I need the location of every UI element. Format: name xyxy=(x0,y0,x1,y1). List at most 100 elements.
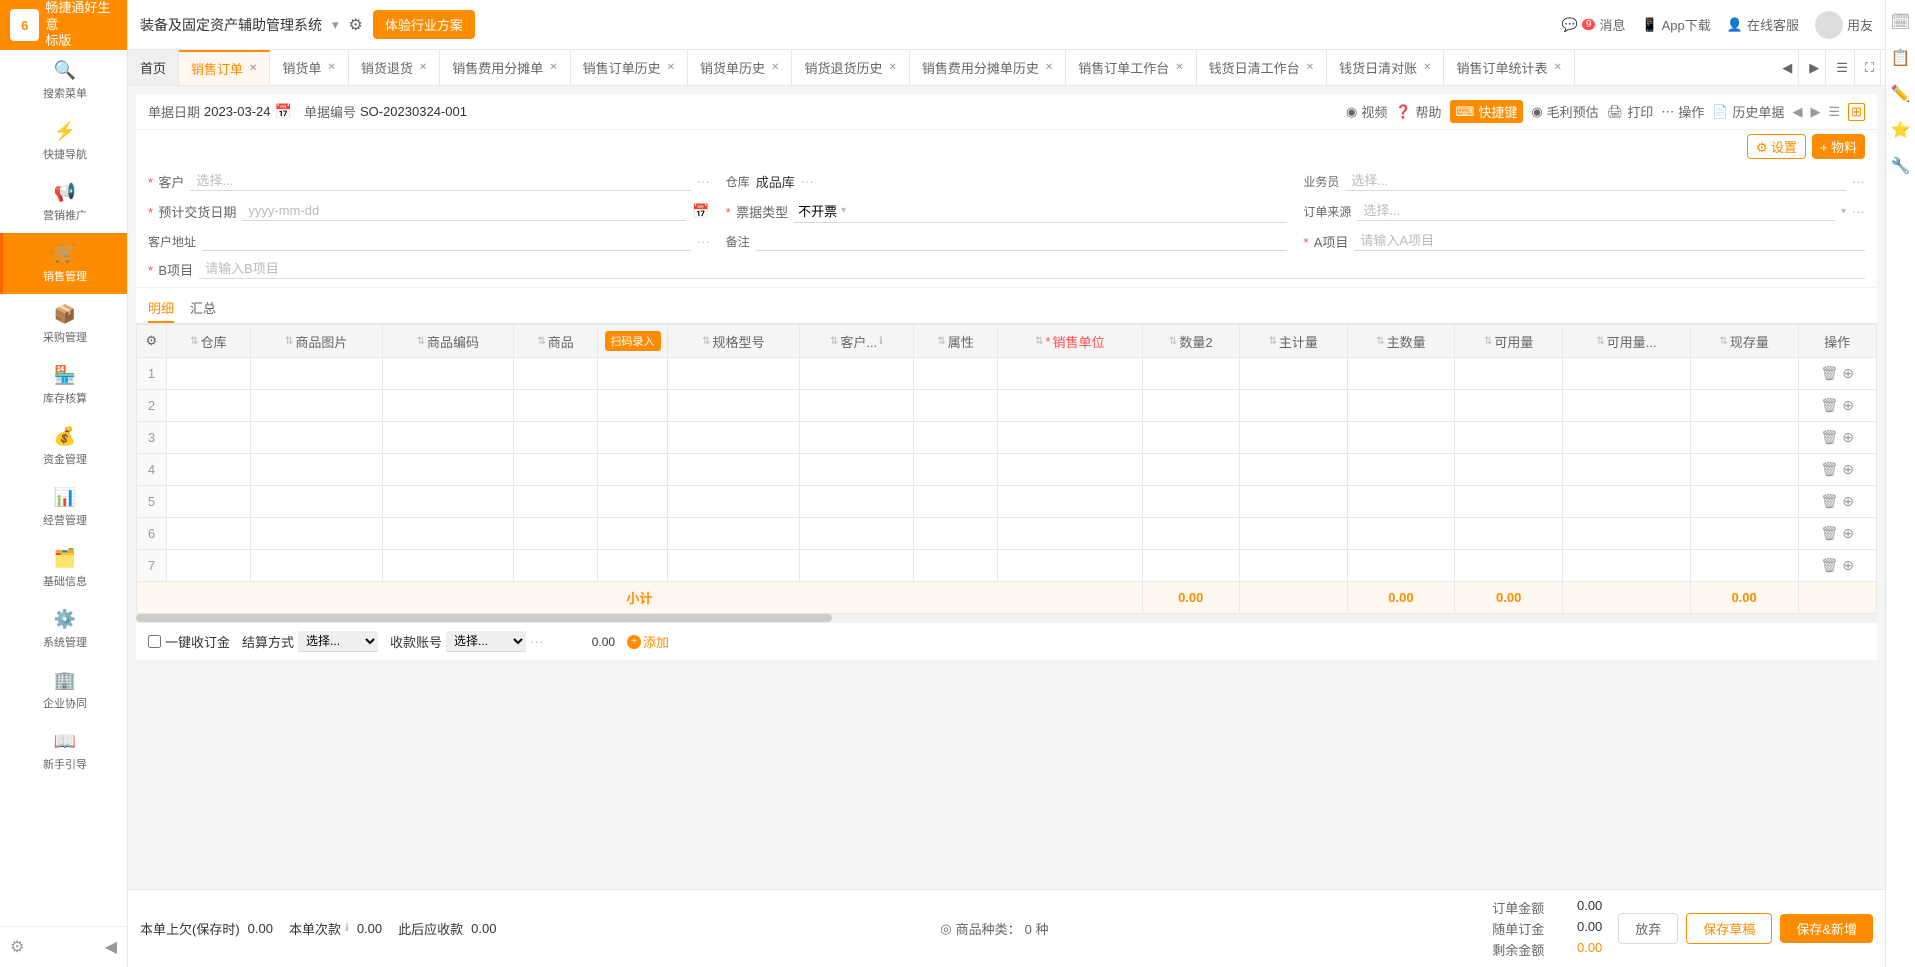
tab-order-workbench[interactable]: 销售订单工作台 ✕ xyxy=(1066,50,1196,86)
row-1-attr[interactable] xyxy=(914,358,998,390)
order-source-more-icon[interactable]: ··· xyxy=(1852,204,1865,219)
right-panel-icon-5[interactable]: 🔧 xyxy=(1887,152,1915,180)
a-project-input[interactable] xyxy=(1354,231,1865,251)
col-scan[interactable]: 扫码录入 xyxy=(598,325,668,358)
tab-sales-expense[interactable]: 销售费用分摊单 ✕ xyxy=(440,50,570,86)
sidebar-item-purchase[interactable]: 📦 采购管理 xyxy=(0,294,127,355)
row-2-attr[interactable] xyxy=(914,390,998,422)
sidebar-item-search[interactable]: 🔍 搜索菜单 xyxy=(0,50,127,111)
salesperson-more-icon[interactable]: ··· xyxy=(1852,174,1865,189)
row-1-copy-icon[interactable]: ⊕ xyxy=(1842,365,1854,382)
delivery-calendar-icon[interactable]: 📅 xyxy=(692,203,709,220)
account-select[interactable]: 选择... xyxy=(446,631,526,652)
row-6-copy-icon[interactable]: ⊕ xyxy=(1842,525,1854,542)
tab-menu-icon[interactable]: ☰ xyxy=(1830,50,1855,86)
col-main-unit[interactable]: ⇅主计量 xyxy=(1239,325,1347,358)
app-download-item[interactable]: 📱 App下载 xyxy=(1641,15,1710,34)
tab-sales-return[interactable]: 销货退货 ✕ xyxy=(349,50,440,86)
warehouse-more-icon[interactable]: ··· xyxy=(801,174,814,189)
sidebar-item-operation[interactable]: 📊 经营管理 xyxy=(0,477,127,538)
row-1-code[interactable] xyxy=(382,358,514,390)
tab-close-5-icon[interactable]: ✕ xyxy=(667,62,675,73)
row-6-delete-icon[interactable]: 🗑 xyxy=(1820,525,1838,542)
right-panel-icon-4[interactable]: ⭐ xyxy=(1887,116,1915,144)
col-avail[interactable]: ⇅可用量 xyxy=(1455,325,1563,358)
salesperson-input[interactable] xyxy=(1345,171,1846,191)
online-service-item[interactable]: 👤 在线客服 xyxy=(1727,15,1799,34)
row-1-product[interactable] xyxy=(514,358,598,390)
sidebar-item-inventory[interactable]: 🏪 库存核算 xyxy=(0,355,127,416)
date-calendar-icon[interactable]: 📅 xyxy=(275,103,292,120)
row-1-warehouse[interactable] xyxy=(167,358,251,390)
row-3-warehouse[interactable] xyxy=(167,422,251,454)
scan-btn[interactable]: 扫码录入 xyxy=(605,331,661,351)
row-1-mqty[interactable] xyxy=(1347,358,1455,390)
col-code[interactable]: ⇅商品编码 xyxy=(382,325,514,358)
tab-sales-stats[interactable]: 销售订单统计表 ✕ xyxy=(1444,50,1574,86)
col-product[interactable]: ⇅商品 xyxy=(514,325,598,358)
tab-close-2-icon[interactable]: ✕ xyxy=(327,62,335,73)
row-6-warehouse[interactable] xyxy=(167,518,251,550)
sidebar-item-enterprise[interactable]: 🏢 企业协同 xyxy=(0,660,127,721)
b-project-input[interactable] xyxy=(199,259,1865,279)
col-qty2[interactable]: ⇅数量2 xyxy=(1142,325,1239,358)
tab-close-12-icon[interactable]: ✕ xyxy=(1554,62,1562,73)
col-spec[interactable]: ⇅规格型号 xyxy=(668,325,800,358)
discard-button[interactable]: 放弃 xyxy=(1618,913,1678,944)
account-more-icon[interactable]: ··· xyxy=(530,634,543,649)
row-7-delete-icon[interactable]: 🗑 xyxy=(1820,557,1838,574)
row-3-delete-icon[interactable]: 🗑 xyxy=(1820,429,1838,446)
add-link[interactable]: + 添加 xyxy=(627,632,669,651)
settle-method-select[interactable]: 选择... xyxy=(298,631,378,652)
tab-cash-workbench[interactable]: 钱货日清工作台 ✕ xyxy=(1197,50,1327,86)
save-draft-button[interactable]: 保存草稿 xyxy=(1686,913,1772,944)
row-7-copy-icon[interactable]: ⊕ xyxy=(1842,557,1854,574)
tab-sales-order-history[interactable]: 销售订单历史 ✕ xyxy=(571,50,688,86)
view-action[interactable]: ◉ 视频 xyxy=(1346,102,1387,121)
col-main-qty[interactable]: ⇅主数量 xyxy=(1347,325,1455,358)
row-2-delete-icon[interactable]: 🗑 xyxy=(1820,397,1838,414)
address-more-icon[interactable]: ··· xyxy=(697,234,710,249)
row-2-unit[interactable] xyxy=(997,390,1142,422)
customer-more-icon[interactable]: ··· xyxy=(697,174,710,189)
tab-close-6-icon[interactable]: ✕ xyxy=(771,62,779,73)
history-action[interactable]: 📄 历史单据 xyxy=(1712,102,1784,121)
row-4-delete-icon[interactable]: 🗑 xyxy=(1820,461,1838,478)
customer-address-input[interactable] xyxy=(202,231,691,251)
add-product-button[interactable]: + 物料 xyxy=(1812,134,1865,159)
order-source-input[interactable] xyxy=(1357,201,1835,221)
quick-settle-input[interactable] xyxy=(148,635,161,648)
col-avail2[interactable]: ⇅可用量... xyxy=(1563,325,1691,358)
right-panel-icon-3[interactable]: ✏️ xyxy=(1887,80,1915,108)
tab-close-9-icon[interactable]: ✕ xyxy=(1175,62,1183,73)
settings-icon[interactable]: ⚙ xyxy=(349,15,363,35)
tab-shipment-history[interactable]: 销货单历史 ✕ xyxy=(688,50,792,86)
tab-close-11-icon[interactable]: ✕ xyxy=(1423,62,1431,73)
tab-return-history[interactable]: 销货退货历史 ✕ xyxy=(792,50,909,86)
sidebar-item-sales[interactable]: 🛒 销售管理 xyxy=(0,233,127,294)
detail-tab-summary[interactable]: 汇总 xyxy=(190,294,216,323)
tab-sales-order[interactable]: 销售订单 ✕ xyxy=(179,50,270,86)
sidebar-item-guide[interactable]: 📖 新手引导 xyxy=(0,721,127,782)
message-icon-item[interactable]: 💬 9 消息 xyxy=(1562,15,1626,34)
row-1-spec[interactable] xyxy=(668,358,800,390)
tab-home[interactable]: 首页 xyxy=(128,50,179,86)
sidebar-item-system[interactable]: ⚙️ 系统管理 xyxy=(0,599,127,660)
industry-btn[interactable]: 体验行业方案 xyxy=(373,10,475,39)
grid-view-icon[interactable]: ⊞ xyxy=(1848,103,1865,121)
scroll-hint[interactable] xyxy=(136,614,1877,622)
right-panel-icon-1[interactable]: 🗓 xyxy=(1886,8,1914,36)
row-2-spec[interactable] xyxy=(668,390,800,422)
tab-cash-reconcile[interactable]: 钱货日清对账 ✕ xyxy=(1327,50,1444,86)
col-warehouse[interactable]: ⇅仓库 xyxy=(167,325,251,358)
settings-bottom-icon[interactable]: ⚙ xyxy=(10,937,24,957)
detail-tab-detail[interactable]: 明细 xyxy=(148,294,174,323)
row-7-warehouse[interactable] xyxy=(167,550,251,582)
tab-sales-shipment[interactable]: 销货单 ✕ xyxy=(270,50,348,86)
col-unit[interactable]: ⇅*销售单位 xyxy=(997,325,1142,358)
list-view-icon[interactable]: ☰ xyxy=(1828,104,1840,120)
tab-close-icon[interactable]: ✕ xyxy=(249,63,257,74)
tab-next-icon[interactable]: ▶ xyxy=(1803,50,1826,86)
row-5-warehouse[interactable] xyxy=(167,486,251,518)
sidebar-item-marketing[interactable]: 📢 营销推广 xyxy=(0,172,127,233)
